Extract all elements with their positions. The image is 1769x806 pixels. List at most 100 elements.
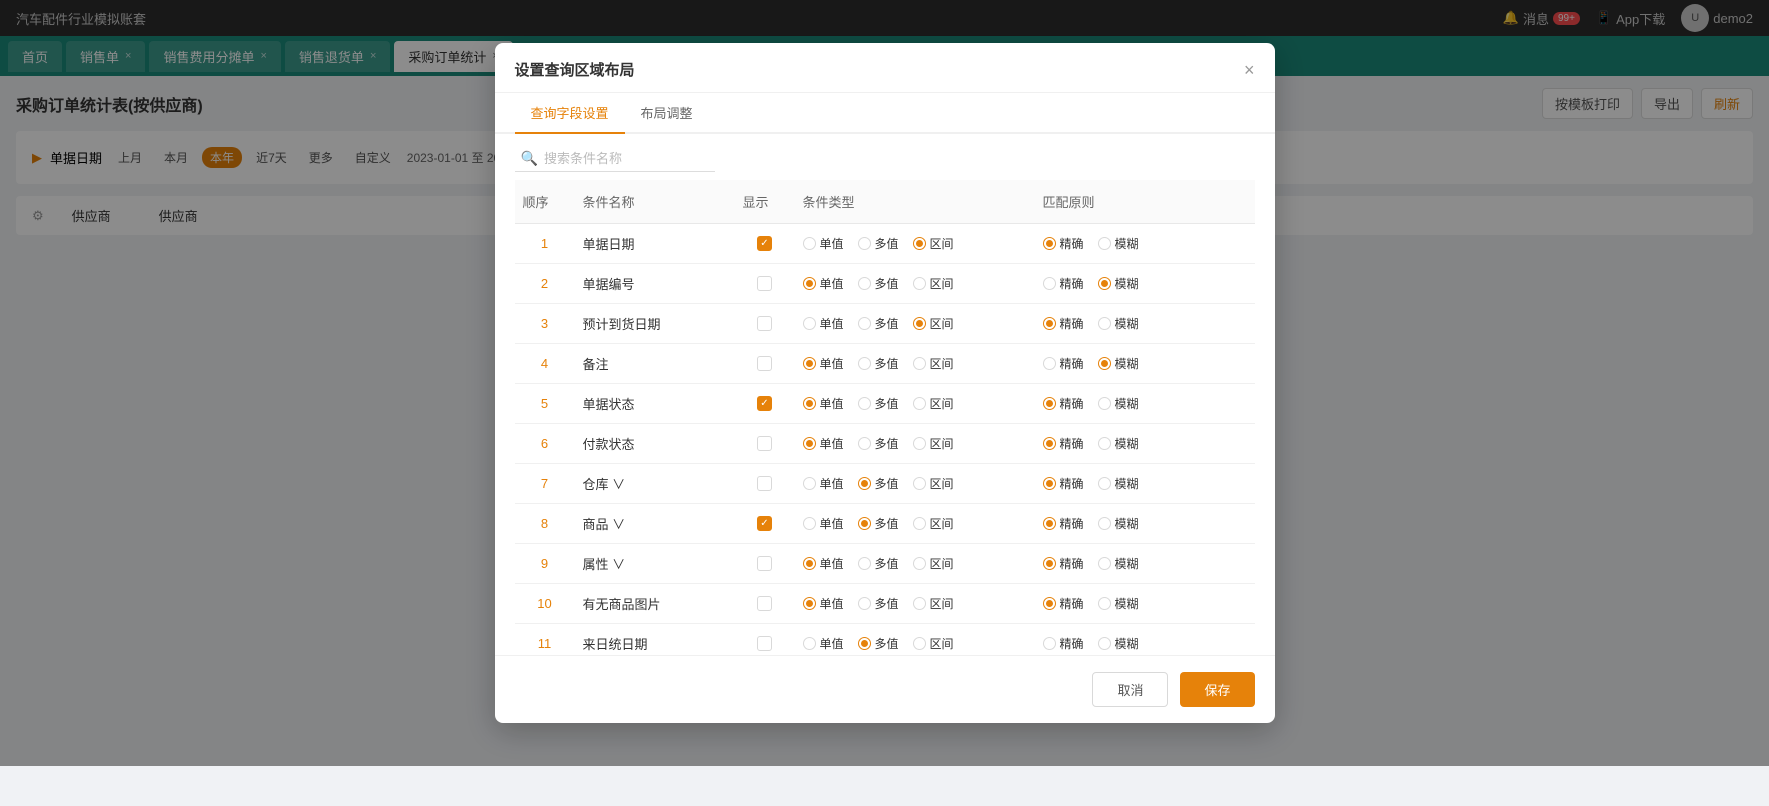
match-radio-item[interactable]: 模糊 — [1098, 355, 1139, 372]
display-checkbox[interactable] — [757, 356, 772, 371]
type-radio-item[interactable]: 区间 — [913, 355, 954, 372]
type-radio[interactable] — [858, 277, 871, 290]
type-radio-item[interactable]: 区间 — [913, 555, 954, 572]
match-radio-item[interactable]: 模糊 — [1098, 315, 1139, 332]
display-checkbox[interactable] — [757, 236, 772, 251]
type-radio[interactable] — [858, 397, 871, 410]
match-radio-item[interactable]: 模糊 — [1098, 635, 1139, 652]
display-checkbox[interactable] — [757, 636, 772, 651]
match-radio[interactable] — [1043, 597, 1056, 610]
type-radio[interactable] — [913, 317, 926, 330]
type-radio-item[interactable]: 区间 — [913, 595, 954, 612]
type-radio-item[interactable]: 多值 — [858, 475, 899, 492]
match-radio[interactable] — [1043, 557, 1056, 570]
match-radio-item[interactable]: 精确 — [1043, 515, 1084, 532]
type-radio[interactable] — [803, 277, 816, 290]
type-radio[interactable] — [803, 477, 816, 490]
match-radio-item[interactable]: 精确 — [1043, 555, 1084, 572]
match-radio-item[interactable]: 精确 — [1043, 395, 1084, 412]
match-radio-item[interactable]: 模糊 — [1098, 275, 1139, 292]
type-radio[interactable] — [858, 597, 871, 610]
type-radio[interactable] — [913, 277, 926, 290]
type-radio-item[interactable]: 多值 — [858, 275, 899, 292]
match-radio[interactable] — [1043, 317, 1056, 330]
type-radio-item[interactable]: 多值 — [858, 395, 899, 412]
type-radio-item[interactable]: 单值 — [803, 355, 844, 372]
match-radio-item[interactable]: 精确 — [1043, 315, 1084, 332]
tab-query-field[interactable]: 查询字段设置 — [515, 93, 625, 134]
match-radio-item[interactable]: 模糊 — [1098, 395, 1139, 412]
display-checkbox[interactable] — [757, 516, 772, 531]
match-radio[interactable] — [1098, 517, 1111, 530]
type-radio-item[interactable]: 多值 — [858, 235, 899, 252]
type-radio-item[interactable]: 单值 — [803, 435, 844, 452]
type-radio-item[interactable]: 单值 — [803, 235, 844, 252]
match-radio-item[interactable]: 模糊 — [1098, 515, 1139, 532]
type-radio[interactable] — [858, 517, 871, 530]
type-radio-item[interactable]: 单值 — [803, 635, 844, 652]
match-radio[interactable] — [1043, 397, 1056, 410]
match-radio[interactable] — [1098, 317, 1111, 330]
type-radio[interactable] — [858, 637, 871, 650]
dialog-close-button[interactable]: × — [1244, 61, 1255, 79]
match-radio[interactable] — [1098, 357, 1111, 370]
match-radio[interactable] — [1098, 557, 1111, 570]
match-radio[interactable] — [1043, 357, 1056, 370]
type-radio[interactable] — [803, 517, 816, 530]
type-radio-item[interactable]: 多值 — [858, 515, 899, 532]
match-radio-item[interactable]: 精确 — [1043, 475, 1084, 492]
type-radio[interactable] — [803, 317, 816, 330]
match-radio[interactable] — [1098, 597, 1111, 610]
type-radio-item[interactable]: 单值 — [803, 315, 844, 332]
type-radio[interactable] — [858, 477, 871, 490]
search-input[interactable] — [544, 151, 704, 166]
type-radio[interactable] — [913, 637, 926, 650]
type-radio[interactable] — [803, 437, 816, 450]
display-checkbox[interactable] — [757, 316, 772, 331]
type-radio[interactable] — [803, 237, 816, 250]
match-radio-item[interactable]: 精确 — [1043, 235, 1084, 252]
display-checkbox[interactable] — [757, 476, 772, 491]
type-radio[interactable] — [858, 357, 871, 370]
match-radio-item[interactable]: 模糊 — [1098, 475, 1139, 492]
type-radio-item[interactable]: 多值 — [858, 435, 899, 452]
type-radio-item[interactable]: 区间 — [913, 515, 954, 532]
type-radio-item[interactable]: 多值 — [858, 635, 899, 652]
cancel-button[interactable]: 取消 — [1092, 672, 1168, 707]
type-radio-item[interactable]: 单值 — [803, 275, 844, 292]
type-radio-item[interactable]: 多值 — [858, 555, 899, 572]
display-checkbox[interactable] — [757, 556, 772, 571]
type-radio-item[interactable]: 区间 — [913, 275, 954, 292]
type-radio-item[interactable]: 区间 — [913, 395, 954, 412]
match-radio-item[interactable]: 精确 — [1043, 595, 1084, 612]
type-radio-item[interactable]: 区间 — [913, 635, 954, 652]
match-radio-item[interactable]: 模糊 — [1098, 435, 1139, 452]
type-radio[interactable] — [913, 397, 926, 410]
type-radio-item[interactable]: 区间 — [913, 235, 954, 252]
match-radio[interactable] — [1098, 477, 1111, 490]
type-radio-item[interactable]: 区间 — [913, 435, 954, 452]
type-radio[interactable] — [858, 557, 871, 570]
type-radio[interactable] — [803, 557, 816, 570]
type-radio[interactable] — [858, 437, 871, 450]
display-checkbox[interactable] — [757, 596, 772, 611]
type-radio-item[interactable]: 区间 — [913, 315, 954, 332]
type-radio[interactable] — [913, 357, 926, 370]
type-radio-item[interactable]: 单值 — [803, 395, 844, 412]
type-radio[interactable] — [913, 557, 926, 570]
match-radio[interactable] — [1043, 637, 1056, 650]
display-checkbox[interactable] — [757, 276, 772, 291]
type-radio[interactable] — [913, 437, 926, 450]
match-radio-item[interactable]: 模糊 — [1098, 555, 1139, 572]
type-radio-item[interactable]: 区间 — [913, 475, 954, 492]
match-radio-item[interactable]: 精确 — [1043, 275, 1084, 292]
match-radio-item[interactable]: 精确 — [1043, 635, 1084, 652]
type-radio[interactable] — [913, 477, 926, 490]
match-radio-item[interactable]: 模糊 — [1098, 235, 1139, 252]
match-radio[interactable] — [1098, 637, 1111, 650]
display-checkbox[interactable] — [757, 436, 772, 451]
type-radio[interactable] — [858, 237, 871, 250]
match-radio[interactable] — [1043, 437, 1056, 450]
type-radio[interactable] — [858, 317, 871, 330]
display-checkbox[interactable] — [757, 396, 772, 411]
